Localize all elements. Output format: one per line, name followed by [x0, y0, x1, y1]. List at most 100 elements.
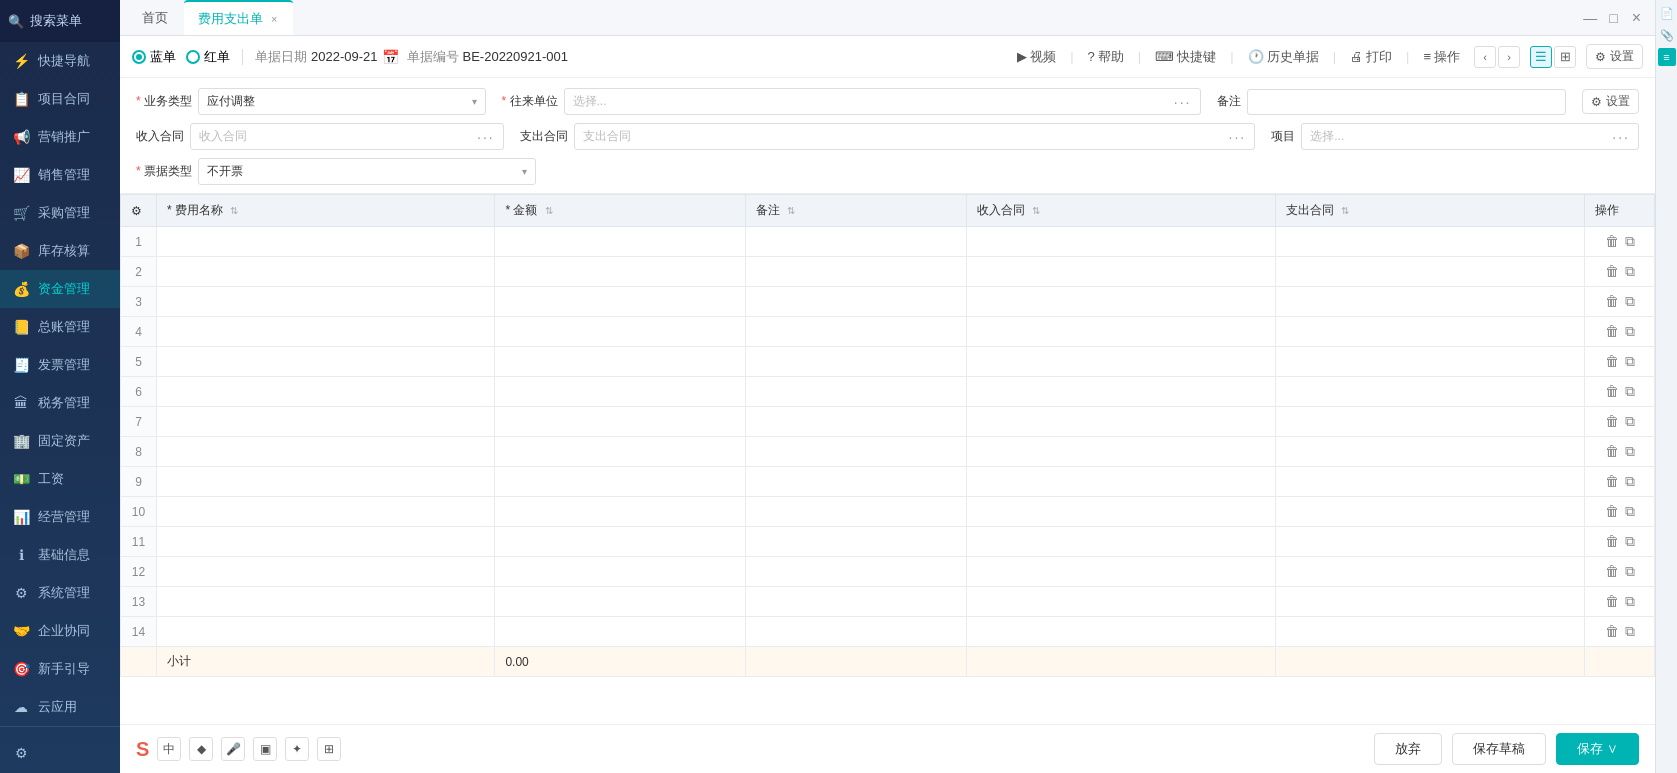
tab-expense-bill-close[interactable]: ×: [269, 12, 279, 26]
brand-icon-2[interactable]: ◆: [189, 737, 213, 761]
row-4-delete-icon[interactable]: 🗑: [1605, 323, 1619, 340]
sidebar-item-operations[interactable]: 📊 经营管理: [0, 498, 120, 536]
row-1-copy-icon[interactable]: ⧉: [1625, 233, 1635, 250]
row-5-amount[interactable]: [495, 347, 745, 377]
sidebar-item-cloud-apps[interactable]: ☁ 云应用: [0, 688, 120, 726]
row-5-expense-name[interactable]: [157, 347, 495, 377]
row-6-expense-contract[interactable]: [1275, 377, 1584, 407]
th-notes[interactable]: 备注 ⇅: [745, 195, 966, 227]
sidebar-item-fixed-assets[interactable]: 🏢 固定资产: [0, 422, 120, 460]
settings-btn[interactable]: ⚙ 设置: [1586, 44, 1643, 69]
row-13-delete-icon[interactable]: 🗑: [1605, 593, 1619, 610]
row-3-copy-icon[interactable]: ⧉: [1625, 293, 1635, 310]
row-3-delete-icon[interactable]: 🗑: [1605, 293, 1619, 310]
sidebar-item-sales[interactable]: 📈 销售管理: [0, 156, 120, 194]
sidebar-item-quick-nav[interactable]: ⚡ 快捷导航: [0, 42, 120, 80]
sidebar-item-accounting[interactable]: 📒 总账管理: [0, 308, 120, 346]
row-6-copy-icon[interactable]: ⧉: [1625, 383, 1635, 400]
row-4-income-contract[interactable]: [966, 317, 1275, 347]
row-3-expense-name[interactable]: [157, 287, 495, 317]
sidebar-item-purchase[interactable]: 🛒 采购管理: [0, 194, 120, 232]
income-contract-input[interactable]: 收入合同 ···: [190, 123, 504, 150]
row-3-notes[interactable]: [745, 287, 966, 317]
th-expense-contract[interactable]: 支出合同 ⇅: [1275, 195, 1584, 227]
row-6-delete-icon[interactable]: 🗑: [1605, 383, 1619, 400]
window-minimize[interactable]: —: [1579, 8, 1601, 28]
row-2-notes[interactable]: [745, 257, 966, 287]
row-5-copy-icon[interactable]: ⧉: [1625, 353, 1635, 370]
sidebar-item-tax[interactable]: 🏛 税务管理: [0, 384, 120, 422]
discard-button[interactable]: 放弃: [1374, 733, 1442, 765]
row-6-income-contract[interactable]: [966, 377, 1275, 407]
brand-icon-6[interactable]: ⊞: [317, 737, 341, 761]
history-btn[interactable]: 🕐 历史单据: [1244, 46, 1323, 68]
save-button[interactable]: 保存 ∨: [1556, 733, 1639, 765]
row-1-expense-contract[interactable]: [1275, 227, 1584, 257]
row-10-notes[interactable]: [745, 497, 966, 527]
row-4-notes[interactable]: [745, 317, 966, 347]
row-1-amount[interactable]: [495, 227, 745, 257]
row-9-amount[interactable]: [495, 467, 745, 497]
business-type-input[interactable]: 应付调整 ▾: [198, 88, 485, 115]
row-10-expense-contract[interactable]: [1275, 497, 1584, 527]
row-12-notes[interactable]: [745, 557, 966, 587]
window-maximize[interactable]: □: [1605, 8, 1621, 28]
sidebar-item-settings[interactable]: ⚙: [0, 735, 120, 771]
row-7-expense-contract[interactable]: [1275, 407, 1584, 437]
blue-bill-radio[interactable]: 蓝单: [132, 48, 176, 66]
row-7-delete-icon[interactable]: 🗑: [1605, 413, 1619, 430]
row-7-amount[interactable]: [495, 407, 745, 437]
row-10-copy-icon[interactable]: ⧉: [1625, 503, 1635, 520]
row-4-copy-icon[interactable]: ⧉: [1625, 323, 1635, 340]
row-2-expense-contract[interactable]: [1275, 257, 1584, 287]
row-4-expense-name[interactable]: [157, 317, 495, 347]
row-7-notes[interactable]: [745, 407, 966, 437]
save-draft-button[interactable]: 保存草稿: [1452, 733, 1546, 765]
row-11-income-contract[interactable]: [966, 527, 1275, 557]
row-12-expense-name[interactable]: [157, 557, 495, 587]
row-1-expense-name[interactable]: [157, 227, 495, 257]
row-2-income-contract[interactable]: [966, 257, 1275, 287]
window-close[interactable]: ×: [1626, 7, 1647, 29]
row-14-copy-icon[interactable]: ⧉: [1625, 623, 1635, 640]
table-config-col[interactable]: ⚙: [121, 195, 157, 227]
row-11-delete-icon[interactable]: 🗑: [1605, 533, 1619, 550]
row-10-expense-name[interactable]: [157, 497, 495, 527]
row-3-expense-contract[interactable]: [1275, 287, 1584, 317]
sidebar-item-project-contract[interactable]: 📋 项目合同: [0, 80, 120, 118]
sidebar-item-inventory[interactable]: 📦 库存核算: [0, 232, 120, 270]
row-3-income-contract[interactable]: [966, 287, 1275, 317]
operations-btn[interactable]: ≡ 操作: [1419, 46, 1464, 68]
row-1-notes[interactable]: [745, 227, 966, 257]
counterparty-input[interactable]: 选择... ···: [564, 88, 1201, 115]
row-1-income-contract[interactable]: [966, 227, 1275, 257]
right-panel-item-2[interactable]: 📎: [1658, 26, 1676, 44]
th-amount[interactable]: * 金额 ⇅: [495, 195, 745, 227]
row-9-copy-icon[interactable]: ⧉: [1625, 473, 1635, 490]
sidebar-item-system[interactable]: ⚙ 系统管理: [0, 574, 120, 612]
row-9-delete-icon[interactable]: 🗑: [1605, 473, 1619, 490]
row-9-notes[interactable]: [745, 467, 966, 497]
row-8-expense-contract[interactable]: [1275, 437, 1584, 467]
row-13-notes[interactable]: [745, 587, 966, 617]
list-view-icon[interactable]: ☰: [1530, 46, 1552, 68]
row-10-amount[interactable]: [495, 497, 745, 527]
print-btn[interactable]: 🖨 打印: [1346, 46, 1396, 68]
row-11-expense-name[interactable]: [157, 527, 495, 557]
row-8-expense-name[interactable]: [157, 437, 495, 467]
notes-input[interactable]: [1247, 89, 1567, 115]
row-14-expense-contract[interactable]: [1275, 617, 1584, 647]
row-6-amount[interactable]: [495, 377, 745, 407]
expense-contract-input[interactable]: 支出合同 ···: [574, 123, 1256, 150]
grid-view-icon[interactable]: ⊞: [1554, 46, 1576, 68]
row-7-income-contract[interactable]: [966, 407, 1275, 437]
brand-icon-3[interactable]: 🎤: [221, 737, 245, 761]
prev-arrow[interactable]: ‹: [1474, 46, 1496, 68]
row-11-expense-contract[interactable]: [1275, 527, 1584, 557]
red-bill-radio[interactable]: 红单: [186, 48, 230, 66]
sidebar-search[interactable]: 🔍 搜索菜单: [0, 0, 120, 42]
row-2-amount[interactable]: [495, 257, 745, 287]
row-14-delete-icon[interactable]: 🗑: [1605, 623, 1619, 640]
sidebar-item-salary[interactable]: 💵 工资: [0, 460, 120, 498]
row-8-copy-icon[interactable]: ⧉: [1625, 443, 1635, 460]
